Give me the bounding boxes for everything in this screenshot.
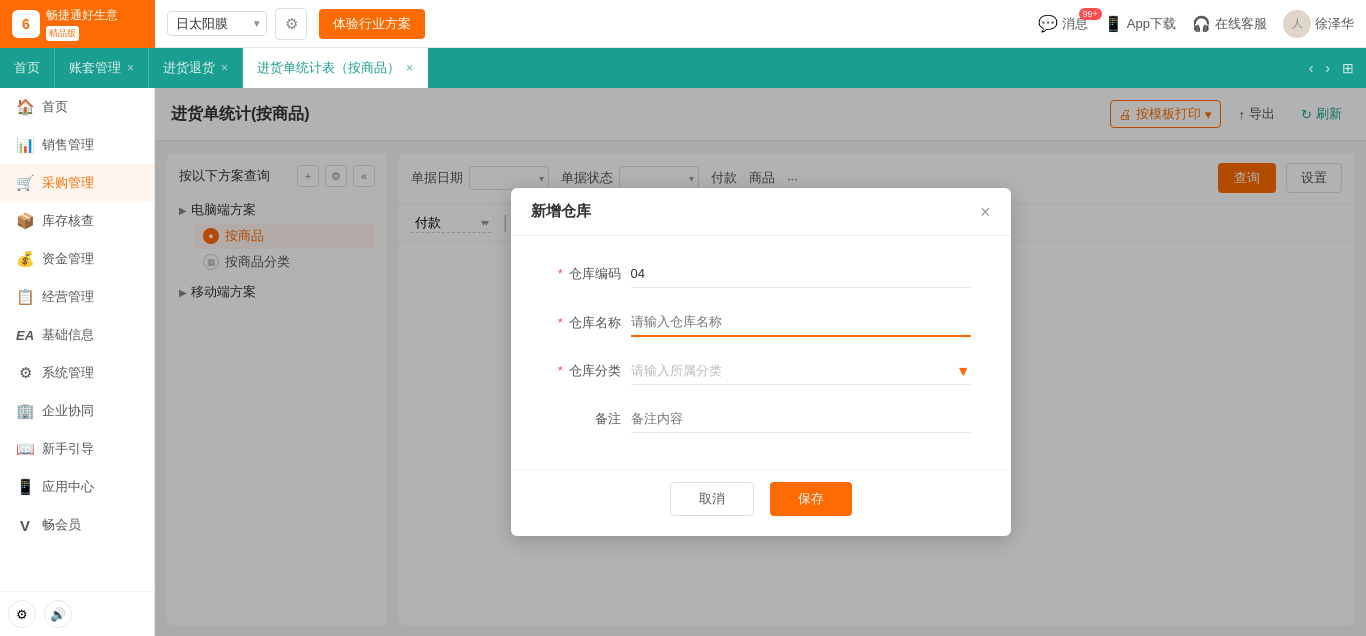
- enterprise-icon: 🏢: [16, 402, 34, 420]
- finance-icon: 💰: [16, 250, 34, 268]
- form-label-remark: 备注: [551, 410, 631, 428]
- tab-close-purchase-return[interactable]: ×: [221, 61, 228, 75]
- operations-icon: 📋: [16, 288, 34, 306]
- form-label-name: * 仓库名称: [551, 314, 631, 332]
- new-warehouse-modal: 新增仓库 × * 仓库编码 *: [511, 188, 1011, 536]
- sidebar-item-purchase[interactable]: 🛒 采购管理: [0, 164, 154, 202]
- warehouse-remark-input[interactable]: [631, 405, 971, 433]
- required-mark-code: *: [558, 266, 563, 281]
- logo-area: 6 畅捷通好生意 精品版: [0, 0, 155, 48]
- tab-prev-btn[interactable]: ‹: [1305, 58, 1318, 78]
- app-download-nav-item[interactable]: 📱 App下载: [1104, 15, 1176, 33]
- mobile-icon: 📱: [1104, 15, 1123, 33]
- sidebar-item-guide[interactable]: 📖 新手引导: [0, 430, 154, 468]
- sidebar-item-vip[interactable]: V 畅会员: [0, 506, 154, 544]
- tab-bar: 首页 账套管理 × 进货退货 × 进货单统计表（按商品） × ‹ › ⊞: [0, 48, 1366, 88]
- content-area: 进货单统计(按商品) 🖨 按模板打印 ▾ ↑ 导出 ↻ 刷新: [155, 88, 1366, 636]
- sidebar-item-operations[interactable]: 📋 经营管理: [0, 278, 154, 316]
- tab-account[interactable]: 账套管理 ×: [55, 48, 149, 88]
- vip-icon: V: [16, 516, 34, 534]
- cancel-btn[interactable]: 取消: [670, 482, 754, 516]
- logo-badge: 精品版: [46, 26, 79, 41]
- message-nav-item[interactable]: 💬 99+ 消息: [1038, 14, 1088, 33]
- tab-close-account[interactable]: ×: [127, 61, 134, 75]
- warehouse-category-wrap[interactable]: 请输入所属分类 ▾: [631, 357, 971, 385]
- sidebar-bottom: ⚙ 🔊: [0, 591, 154, 636]
- top-navbar: 6 畅捷通好生意 精品版 日太阳膜 ▾ ⚙ 体验行业方案 💬 99+ 消息 📱 …: [0, 0, 1366, 48]
- sidebar-item-apps[interactable]: 📱 应用中心: [0, 468, 154, 506]
- basic-info-icon: EA: [16, 326, 34, 344]
- sidebar-item-basic-info[interactable]: EA 基础信息: [0, 316, 154, 354]
- form-row-remark: 备注: [551, 405, 971, 433]
- sidebar-item-sales[interactable]: 📊 销售管理: [0, 126, 154, 164]
- logo-icon: 6: [12, 10, 40, 38]
- sidebar-speaker-btn[interactable]: 🔊: [44, 600, 72, 628]
- tab-purchase-return[interactable]: 进货退货 ×: [149, 48, 243, 88]
- modal-footer: 取消 保存: [511, 469, 1011, 536]
- tab-menu-btn[interactable]: ⊞: [1338, 58, 1358, 78]
- user-nav-item[interactable]: 人 徐泽华: [1283, 10, 1354, 38]
- modal-body: * 仓库编码 * 仓库名称: [511, 236, 1011, 469]
- form-row-category: * 仓库分类 请输入所属分类 ▾: [551, 357, 971, 385]
- sales-icon: 📊: [16, 136, 34, 154]
- modal-header: 新增仓库 ×: [511, 188, 1011, 236]
- warehouse-category-select[interactable]: 请输入所属分类: [631, 357, 971, 384]
- form-label-code: * 仓库编码: [551, 265, 631, 283]
- required-mark-name: *: [558, 315, 563, 330]
- logo-text: 畅捷通好生意 精品版: [46, 7, 118, 41]
- app-download-label: App下载: [1127, 15, 1176, 33]
- home-icon: 🏠: [16, 98, 34, 116]
- tab-controls: ‹ › ⊞: [1297, 58, 1366, 78]
- store-search-wrap[interactable]: 日太阳膜 ▾: [167, 11, 267, 36]
- headphone-icon: 🎧: [1192, 15, 1211, 33]
- online-service-label: 在线客服: [1215, 15, 1267, 33]
- modal-title: 新增仓库: [531, 202, 591, 221]
- avatar: 人: [1283, 10, 1311, 38]
- sidebar-item-enterprise[interactable]: 🏢 企业协同: [0, 392, 154, 430]
- sidebar-item-finance[interactable]: 💰 资金管理: [0, 240, 154, 278]
- system-icon: ⚙: [16, 364, 34, 382]
- tab-purchase-stats[interactable]: 进货单统计表（按商品） ×: [243, 48, 428, 88]
- nav-right: 💬 99+ 消息 📱 App下载 🎧 在线客服 人 徐泽华: [1038, 10, 1354, 38]
- sidebar-settings-btn[interactable]: ⚙: [8, 600, 36, 628]
- tab-home[interactable]: 首页: [0, 48, 55, 88]
- username-label: 徐泽华: [1315, 15, 1354, 33]
- modal-close-btn[interactable]: ×: [980, 203, 991, 221]
- warehouse-name-input[interactable]: [631, 308, 971, 337]
- sidebar-item-inventory[interactable]: 📦 库存核查: [0, 202, 154, 240]
- sidebar: 🏠 首页 📊 销售管理 🛒 采购管理 📦 库存核查 💰 资金管理 📋 经: [0, 88, 155, 636]
- required-mark-category: *: [558, 363, 563, 378]
- online-service-nav-item[interactable]: 🎧 在线客服: [1192, 15, 1267, 33]
- form-row-name: * 仓库名称: [551, 308, 971, 337]
- save-btn[interactable]: 保存: [770, 482, 852, 516]
- settings-gear-btn[interactable]: ⚙: [275, 8, 307, 40]
- message-icon: 💬: [1038, 14, 1058, 33]
- experience-btn[interactable]: 体验行业方案: [319, 9, 425, 39]
- gear-icon: ⚙: [285, 15, 298, 33]
- purchase-icon: 🛒: [16, 174, 34, 192]
- store-select[interactable]: 日太阳膜: [167, 11, 267, 36]
- message-badge: 99+: [1079, 8, 1102, 20]
- tab-next-btn[interactable]: ›: [1321, 58, 1334, 78]
- sidebar-item-system[interactable]: ⚙ 系统管理: [0, 354, 154, 392]
- tab-close-purchase-stats[interactable]: ×: [406, 61, 413, 75]
- modal-overlay[interactable]: 新增仓库 × * 仓库编码 *: [155, 88, 1366, 636]
- main-layout: 🏠 首页 📊 销售管理 🛒 采购管理 📦 库存核查 💰 资金管理 📋 经: [0, 88, 1366, 636]
- form-label-category: * 仓库分类: [551, 362, 631, 380]
- sidebar-item-home[interactable]: 🏠 首页: [0, 88, 154, 126]
- sidebar-menu: 🏠 首页 📊 销售管理 🛒 采购管理 📦 库存核查 💰 资金管理 📋 经: [0, 88, 154, 591]
- form-row-code: * 仓库编码: [551, 260, 971, 288]
- guide-icon: 📖: [16, 440, 34, 458]
- apps-icon: 📱: [16, 478, 34, 496]
- warehouse-code-input[interactable]: [631, 260, 971, 288]
- inventory-icon: 📦: [16, 212, 34, 230]
